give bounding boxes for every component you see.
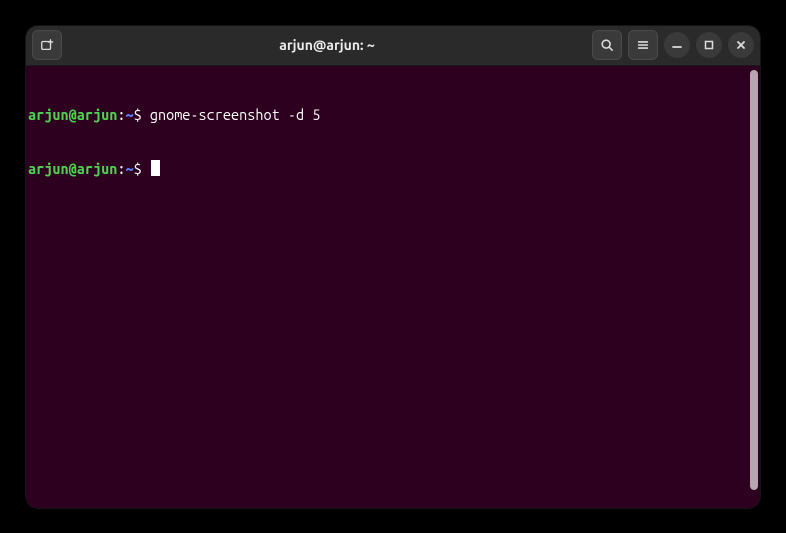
terminal-content[interactable]: arjun@arjun:~$ gnome-screenshot -d 5 arj…: [26, 66, 760, 508]
prompt-path: ~: [125, 160, 133, 178]
command-text: [142, 106, 150, 124]
terminal-line: arjun@arjun:~$: [28, 160, 758, 178]
prompt-symbol: $: [134, 106, 142, 124]
prompt-path: ~: [125, 106, 133, 124]
close-icon: [735, 39, 747, 51]
cursor: [151, 160, 160, 176]
terminal-line: arjun@arjun:~$ gnome-screenshot -d 5: [28, 106, 758, 124]
prompt-separator: :: [117, 160, 125, 178]
prompt-user-host: arjun@arjun: [28, 160, 117, 178]
new-tab-button[interactable]: [32, 30, 62, 60]
close-button[interactable]: [728, 32, 754, 58]
minimize-icon: [671, 39, 683, 51]
hamburger-icon: [636, 38, 650, 52]
command-text: [142, 160, 150, 178]
search-button[interactable]: [592, 30, 622, 60]
new-tab-icon: [40, 38, 54, 52]
search-icon: [600, 38, 614, 52]
maximize-icon: [703, 39, 715, 51]
scrollbar[interactable]: [750, 70, 758, 490]
maximize-button[interactable]: [696, 32, 722, 58]
titlebar: arjun@arjun: ~: [26, 26, 760, 66]
menu-button[interactable]: [628, 30, 658, 60]
minimize-button[interactable]: [664, 32, 690, 58]
prompt-user-host: arjun@arjun: [28, 106, 117, 124]
command-text: gnome-screenshot -d 5: [150, 106, 321, 124]
terminal-window: arjun@arjun: ~: [26, 26, 760, 508]
window-title: arjun@arjun: ~: [68, 37, 586, 53]
prompt-separator: :: [117, 106, 125, 124]
prompt-symbol: $: [134, 160, 142, 178]
